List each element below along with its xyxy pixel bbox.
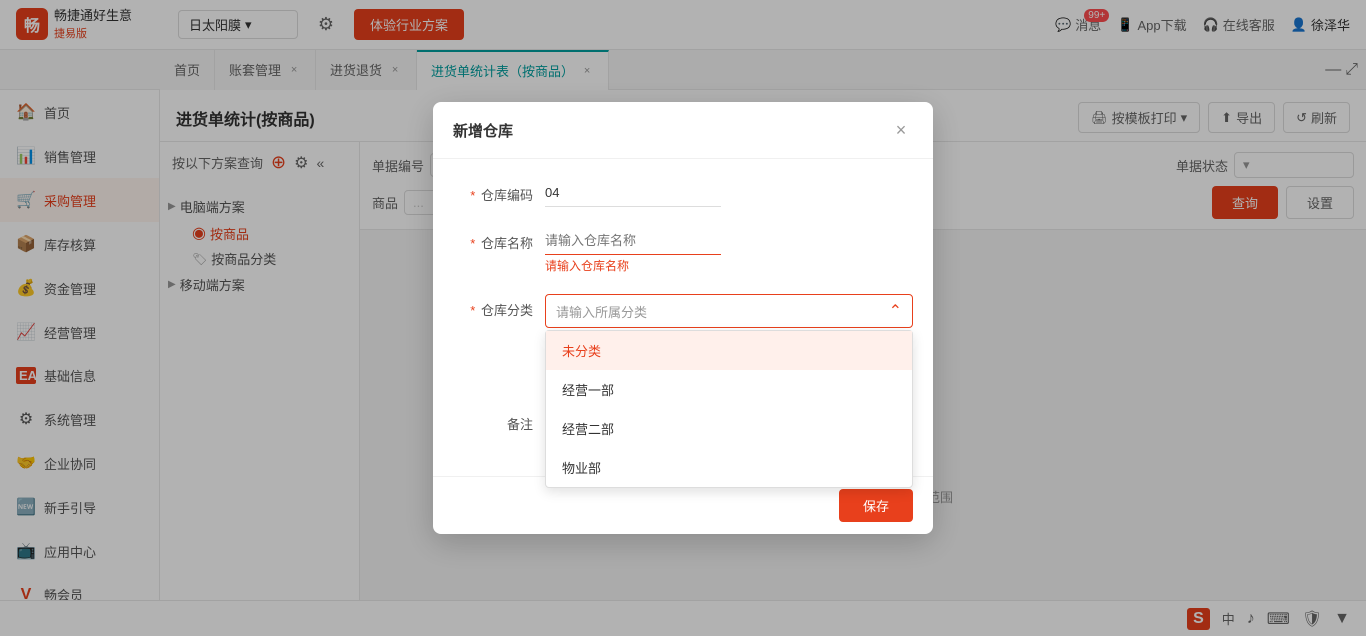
warehouse-name-error: 请输入仓库名称 xyxy=(545,257,913,274)
warehouse-name-input[interactable] xyxy=(545,227,721,255)
remark-label: 备注 xyxy=(453,408,533,433)
dropdown-option-3: 物业部 xyxy=(562,461,601,476)
dropdown-item-dept1[interactable]: 经营一部 xyxy=(546,370,912,409)
category-arrow-icon: ⌃ xyxy=(889,301,902,321)
required-star-cat: * xyxy=(470,303,475,318)
warehouse-name-label: * 仓库名称 xyxy=(453,227,533,252)
modal-header: 新增仓库 × xyxy=(433,102,933,159)
warehouse-code-field xyxy=(545,179,913,207)
modal-title: 新增仓库 xyxy=(453,120,513,141)
required-star-name: * xyxy=(470,236,475,251)
category-dropdown-list: 未分类 经营一部 经营二部 物业部 xyxy=(545,330,913,488)
save-button[interactable]: 保存 xyxy=(839,489,913,522)
warehouse-category-row: * 仓库分类 请输入所属分类 ⌃ 未分类 经营一部 经营二部 xyxy=(453,294,913,328)
dropdown-option-1: 经营一部 xyxy=(562,383,614,398)
category-placeholder: 请输入所属分类 xyxy=(556,302,647,321)
dropdown-item-uncategorized[interactable]: 未分类 xyxy=(546,331,912,370)
warehouse-code-label: * 仓库编码 xyxy=(453,179,533,204)
dropdown-option-0: 未分类 xyxy=(562,344,601,359)
required-star: * xyxy=(470,188,475,203)
warehouse-name-row: * 仓库名称 请输入仓库名称 xyxy=(453,227,913,274)
modal-close-button[interactable]: × xyxy=(889,118,913,142)
dropdown-item-property[interactable]: 物业部 xyxy=(546,448,912,487)
new-warehouse-modal: 新增仓库 × * 仓库编码 * 仓库名称 请输入仓库名称 xyxy=(433,102,933,534)
dropdown-option-2: 经营二部 xyxy=(562,422,614,437)
warehouse-name-field: 请输入仓库名称 xyxy=(545,227,913,274)
warehouse-category-label: * 仓库分类 xyxy=(453,294,533,319)
warehouse-code-input[interactable] xyxy=(545,179,721,207)
warehouse-category-field: 请输入所属分类 ⌃ 未分类 经营一部 经营二部 物业部 xyxy=(545,294,913,328)
warehouse-code-row: * 仓库编码 xyxy=(453,179,913,207)
category-dropdown[interactable]: 请输入所属分类 ⌃ xyxy=(545,294,913,328)
modal-body: * 仓库编码 * 仓库名称 请输入仓库名称 * 仓库分类 xyxy=(433,159,933,476)
dropdown-item-dept2[interactable]: 经营二部 xyxy=(546,409,912,448)
